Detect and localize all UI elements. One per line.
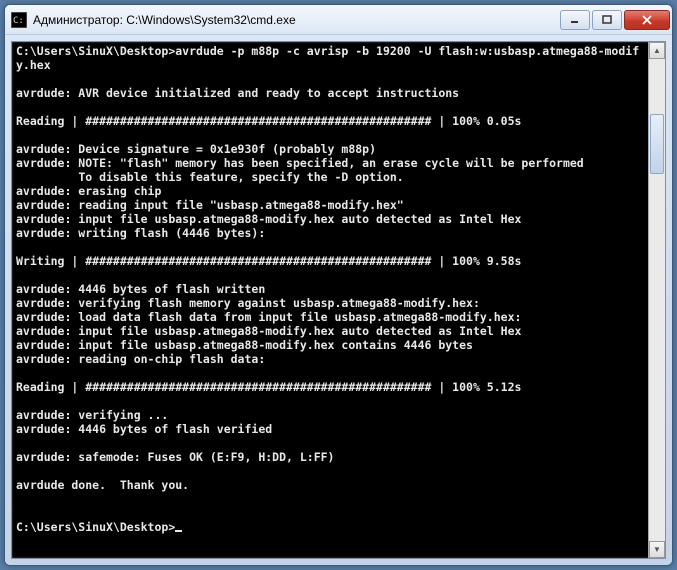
output-line: avrdude: input file usbasp.atmega88-modi… [16,212,521,226]
output-line: avrdude: reading on-chip flash data: [16,352,265,366]
output-line: avrdude done. Thank you. [16,478,189,492]
output-line: avrdude: input file usbasp.atmega88-modi… [16,338,473,352]
output-line: Writing | ##############################… [16,254,521,268]
minimize-button[interactable] [560,10,590,30]
maximize-button[interactable] [592,10,622,30]
cmd-window: C: Администратор: C:\Windows\System32\cm… [4,4,673,566]
output-line: avrdude: NOTE: "flash" memory has been s… [16,156,584,170]
titlebar[interactable]: C: Администратор: C:\Windows\System32\cm… [5,5,672,35]
console-output[interactable]: C:\Users\SinuX\Desktop>avrdude -p m88p -… [12,42,648,558]
svg-text:C:: C: [13,16,24,26]
output-line: avrdude: verifying flash memory against … [16,296,480,310]
vertical-scrollbar[interactable]: ▲ ▼ [648,42,665,558]
output-line: avrdude: 4446 bytes of flash verified [16,422,272,436]
output-line: avrdude: writing flash (4446 bytes): [16,226,265,240]
scroll-track[interactable] [649,59,665,541]
cursor [175,530,182,532]
scroll-up-button[interactable]: ▲ [649,42,665,59]
output-line: avrdude: AVR device initialized and read… [16,86,459,100]
output-line: Reading | ##############################… [16,380,521,394]
cmd-icon: C: [11,12,27,28]
output-line: Reading | ##############################… [16,114,521,128]
window-buttons [558,10,670,30]
output-line: avrdude: verifying ... [16,408,168,422]
output-line: avrdude: load data flash data from input… [16,310,521,324]
output-line: avrdude: input file usbasp.atmega88-modi… [16,324,521,338]
output-line: avrdude: safemode: Fuses OK (E:F9, H:DD,… [16,450,335,464]
prompt: C:\Users\SinuX\Desktop> [16,44,175,58]
output-line: avrdude: reading input file "usbasp.atme… [16,198,404,212]
output-line: To disable this feature, specify the -D … [16,170,404,184]
scroll-thumb[interactable] [650,114,664,174]
prompt: C:\Users\SinuX\Desktop> [16,520,175,534]
output-line: avrdude: 4446 bytes of flash written [16,282,265,296]
client-area: C:\Users\SinuX\Desktop>avrdude -p m88p -… [5,35,672,565]
console-frame: C:\Users\SinuX\Desktop>avrdude -p m88p -… [11,41,666,559]
output-line: avrdude: Device signature = 0x1e930f (pr… [16,142,376,156]
window-title: Администратор: C:\Windows\System32\cmd.e… [33,13,558,27]
close-button[interactable] [624,10,670,30]
scroll-down-button[interactable]: ▼ [649,541,665,558]
output-line: avrdude: erasing chip [16,184,161,198]
